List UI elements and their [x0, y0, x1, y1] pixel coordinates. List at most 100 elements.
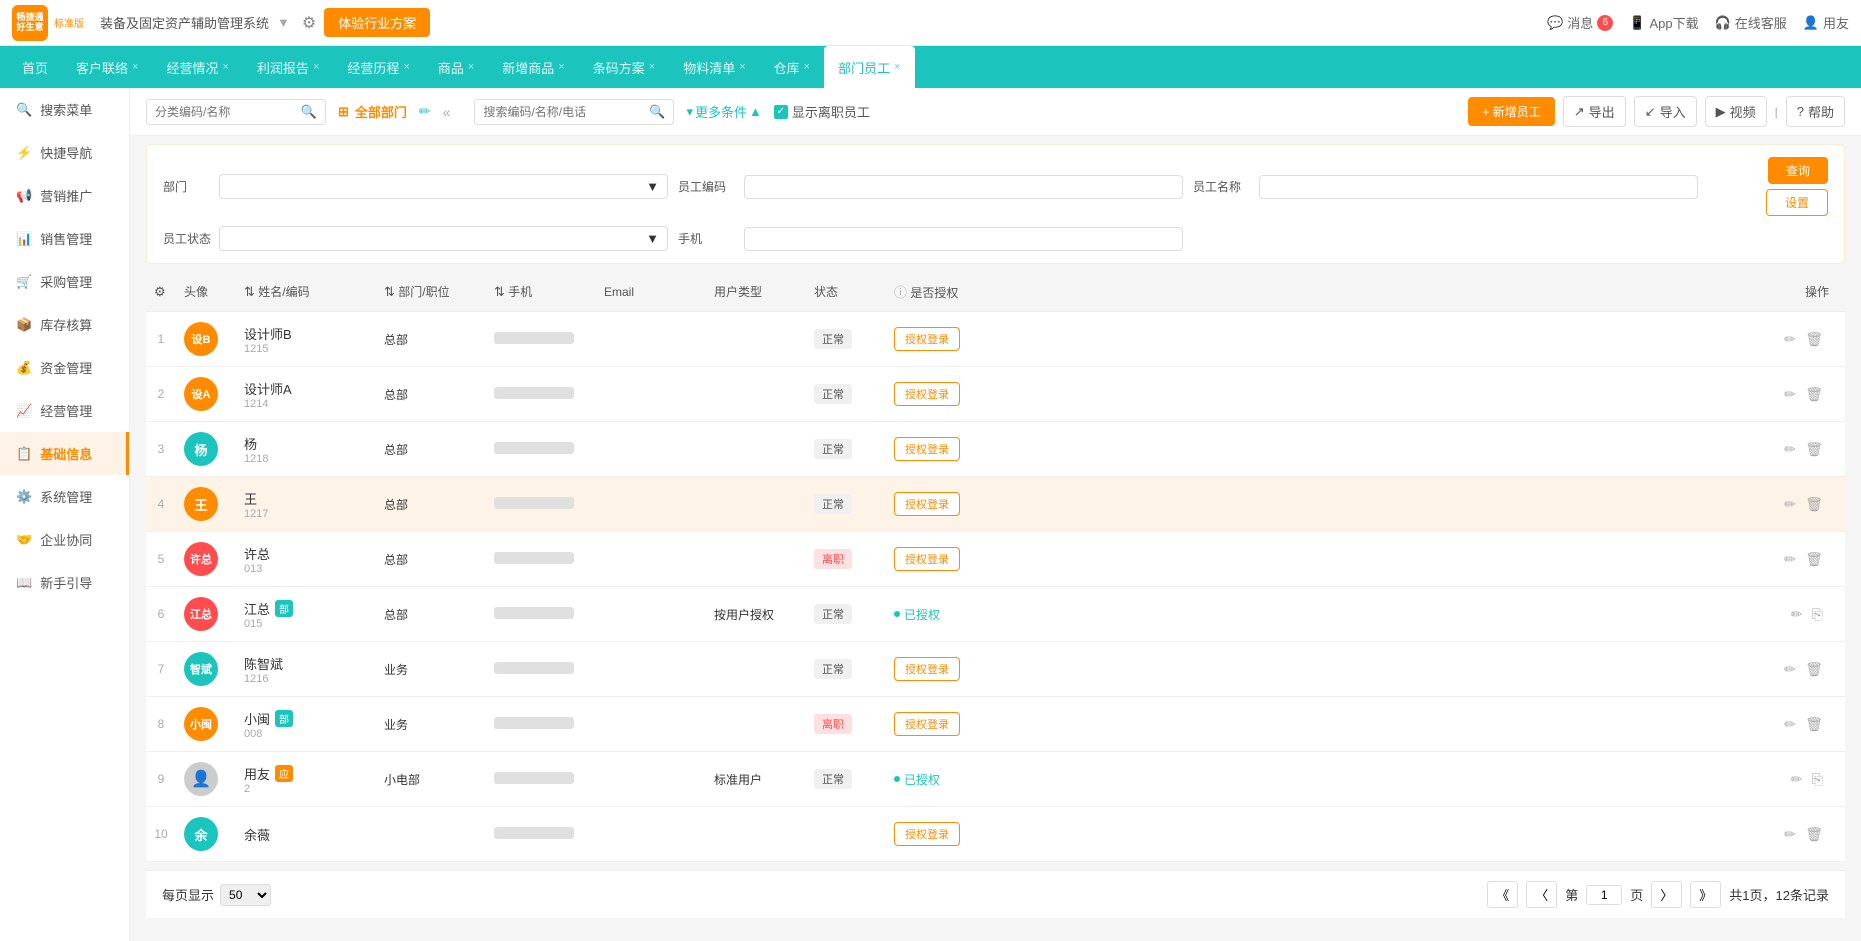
edit-icon[interactable]: ✏ [1791, 606, 1803, 622]
sidebar-item-purchase[interactable]: 🛒 采购管理 [0, 260, 129, 303]
edit-icon[interactable]: ✏ [1784, 716, 1796, 732]
trial-button[interactable]: 体验行业方案 [324, 8, 430, 37]
all-dept-btn[interactable]: ⊞ 全部部门 [338, 102, 407, 121]
auth-button[interactable]: 授权登录 [894, 492, 960, 516]
edit-icon[interactable]: ✏ [1784, 441, 1796, 457]
import-button[interactable]: ↙ 导入 [1634, 96, 1697, 127]
online-service-item[interactable]: 🎧 在线客服 [1715, 13, 1787, 32]
auth-button[interactable]: 授权登录 [894, 547, 960, 571]
tab-barcode[interactable]: 条码方案 × [579, 46, 669, 88]
sidebar-item-finance[interactable]: 💰 资金管理 [0, 346, 129, 389]
delete-icon[interactable]: 🗑 [1805, 551, 1823, 567]
close-icon[interactable]: × [313, 61, 319, 73]
sidebar-item-system[interactable]: ⚙️ 系统管理 [0, 475, 129, 518]
close-icon[interactable]: × [403, 61, 409, 73]
tab-warehouse[interactable]: 仓库 × [760, 46, 824, 88]
edit-icon[interactable]: ✏ [1784, 386, 1796, 402]
sidebar-item-quicknav[interactable]: ⚡ 快捷导航 [0, 131, 129, 174]
auth-button[interactable]: 授权登录 [894, 382, 960, 406]
tab-goods[interactable]: 商品 × [424, 46, 488, 88]
user-item[interactable]: 👤 用友 [1803, 13, 1849, 32]
export-button[interactable]: ↗ 导出 [1563, 96, 1626, 127]
emp-search-input[interactable] [483, 105, 649, 119]
phone-filter-input[interactable] [744, 227, 1183, 251]
tab-customer[interactable]: 客户联络 × [62, 46, 152, 88]
delete-icon[interactable]: 🗑 [1805, 661, 1823, 677]
emp-search-icon[interactable]: 🔍 [649, 104, 665, 120]
first-page-button[interactable]: 《 [1487, 881, 1518, 908]
close-icon[interactable]: × [558, 61, 564, 73]
per-page-select[interactable]: 50 20 100 [220, 884, 271, 906]
help-button[interactable]: ? 帮助 [1786, 96, 1845, 127]
sidebar-item-basic[interactable]: 📋 基础信息 [0, 432, 129, 475]
auth-button[interactable]: 授权登录 [894, 657, 960, 681]
add-employee-button[interactable]: + 新增员工 [1468, 97, 1554, 126]
next-page-button[interactable]: 〉 [1651, 881, 1682, 908]
classify-search-icon[interactable]: 🔍 [301, 104, 317, 120]
delete-icon[interactable]: 🗑 [1805, 441, 1823, 457]
col-settings[interactable]: ⚙ [146, 272, 176, 312]
delete-icon[interactable]: 🗑 [1805, 716, 1823, 732]
message-item[interactable]: 💬 消息 6 [1547, 13, 1613, 32]
edit-icon[interactable]: ✏ [1784, 551, 1796, 567]
gear-icon[interactable]: ⚙ [302, 13, 316, 33]
classify-search-input[interactable] [155, 105, 301, 119]
system-title-arrow[interactable]: ▼ [277, 15, 290, 30]
show-resign-wrap[interactable]: ✓ 显示离职员工 [774, 102, 870, 121]
sidebar-item-marketing[interactable]: 📢 营销推广 [0, 174, 129, 217]
col-phone-header[interactable]: ⇅ 手机 [486, 272, 596, 312]
collapse-icon[interactable]: « [443, 104, 451, 120]
close-icon[interactable]: × [804, 61, 810, 73]
close-icon[interactable]: × [222, 61, 228, 73]
search-button[interactable]: 查询 [1768, 157, 1828, 184]
auth-button[interactable]: 授权登录 [894, 712, 960, 736]
close-icon[interactable]: × [649, 61, 655, 73]
status-select[interactable]: ▼ [219, 226, 668, 251]
copy-icon[interactable]: ⎘ [1812, 771, 1823, 787]
auth-button[interactable]: 授权登录 [894, 822, 960, 846]
sidebar-item-search[interactable]: 🔍 搜索菜单 [0, 88, 129, 131]
close-icon[interactable]: × [468, 61, 474, 73]
app-download-item[interactable]: 📱 App下载 [1629, 13, 1698, 32]
tab-profit[interactable]: 利润报告 × [243, 46, 333, 88]
delete-icon[interactable]: 🗑 [1805, 826, 1823, 842]
tab-home[interactable]: 首页 [8, 46, 62, 88]
close-icon[interactable]: × [132, 61, 138, 73]
delete-icon[interactable]: 🗑 [1805, 496, 1823, 512]
edit-icon[interactable]: ✏ [1784, 496, 1796, 512]
tab-add-goods[interactable]: 新增商品 × [488, 46, 578, 88]
set-button[interactable]: 设置 [1766, 189, 1828, 216]
delete-icon[interactable]: 🗑 [1805, 386, 1823, 402]
empname-filter-input[interactable] [1259, 175, 1698, 199]
sidebar-item-sales[interactable]: 📊 销售管理 [0, 217, 129, 260]
sidebar-item-operations[interactable]: 📈 经营管理 [0, 389, 129, 432]
edit-icon[interactable]: ✏ [1784, 661, 1796, 677]
last-page-button[interactable]: 》 [1690, 881, 1721, 908]
col-name-header[interactable]: ⇅ 姓名/编码 [236, 272, 376, 312]
close-icon[interactable]: × [894, 61, 900, 73]
edit-icon[interactable]: ✏ [1791, 771, 1803, 787]
page-input[interactable] [1586, 885, 1622, 905]
empcode-filter-input[interactable] [744, 175, 1183, 199]
dept-select[interactable]: ▼ [219, 174, 668, 199]
col-dept-header[interactable]: ⇅ 部门/职位 [376, 272, 486, 312]
prev-page-button[interactable]: 〈 [1526, 881, 1557, 908]
more-filter-btn[interactable]: ▾ 更多条件 ▲ [686, 102, 761, 121]
auth-button[interactable]: 授权登录 [894, 437, 960, 461]
sidebar-item-guide[interactable]: 📖 新手引导 [0, 561, 129, 604]
show-resign-checkbox[interactable]: ✓ [774, 105, 788, 119]
sidebar-item-collab[interactable]: 🤝 企业协同 [0, 518, 129, 561]
edit-icon[interactable]: ✏ [1784, 331, 1796, 347]
delete-icon[interactable]: 🗑 [1805, 331, 1823, 347]
copy-icon[interactable]: ⎘ [1812, 606, 1823, 622]
tab-employees[interactable]: 部门员工 × [824, 46, 914, 88]
tab-bom[interactable]: 物料清单 × [669, 46, 759, 88]
edit-dept-icon[interactable]: ✏ [419, 103, 431, 120]
tab-process[interactable]: 经营历程 × [333, 46, 423, 88]
edit-icon[interactable]: ✏ [1784, 826, 1796, 842]
video-button[interactable]: ▶ 视频 [1705, 96, 1767, 127]
tab-business[interactable]: 经营情况 × [152, 46, 242, 88]
auth-button[interactable]: 授权登录 [894, 327, 960, 351]
sidebar-item-inventory[interactable]: 📦 库存核算 [0, 303, 129, 346]
close-icon[interactable]: × [739, 61, 745, 73]
